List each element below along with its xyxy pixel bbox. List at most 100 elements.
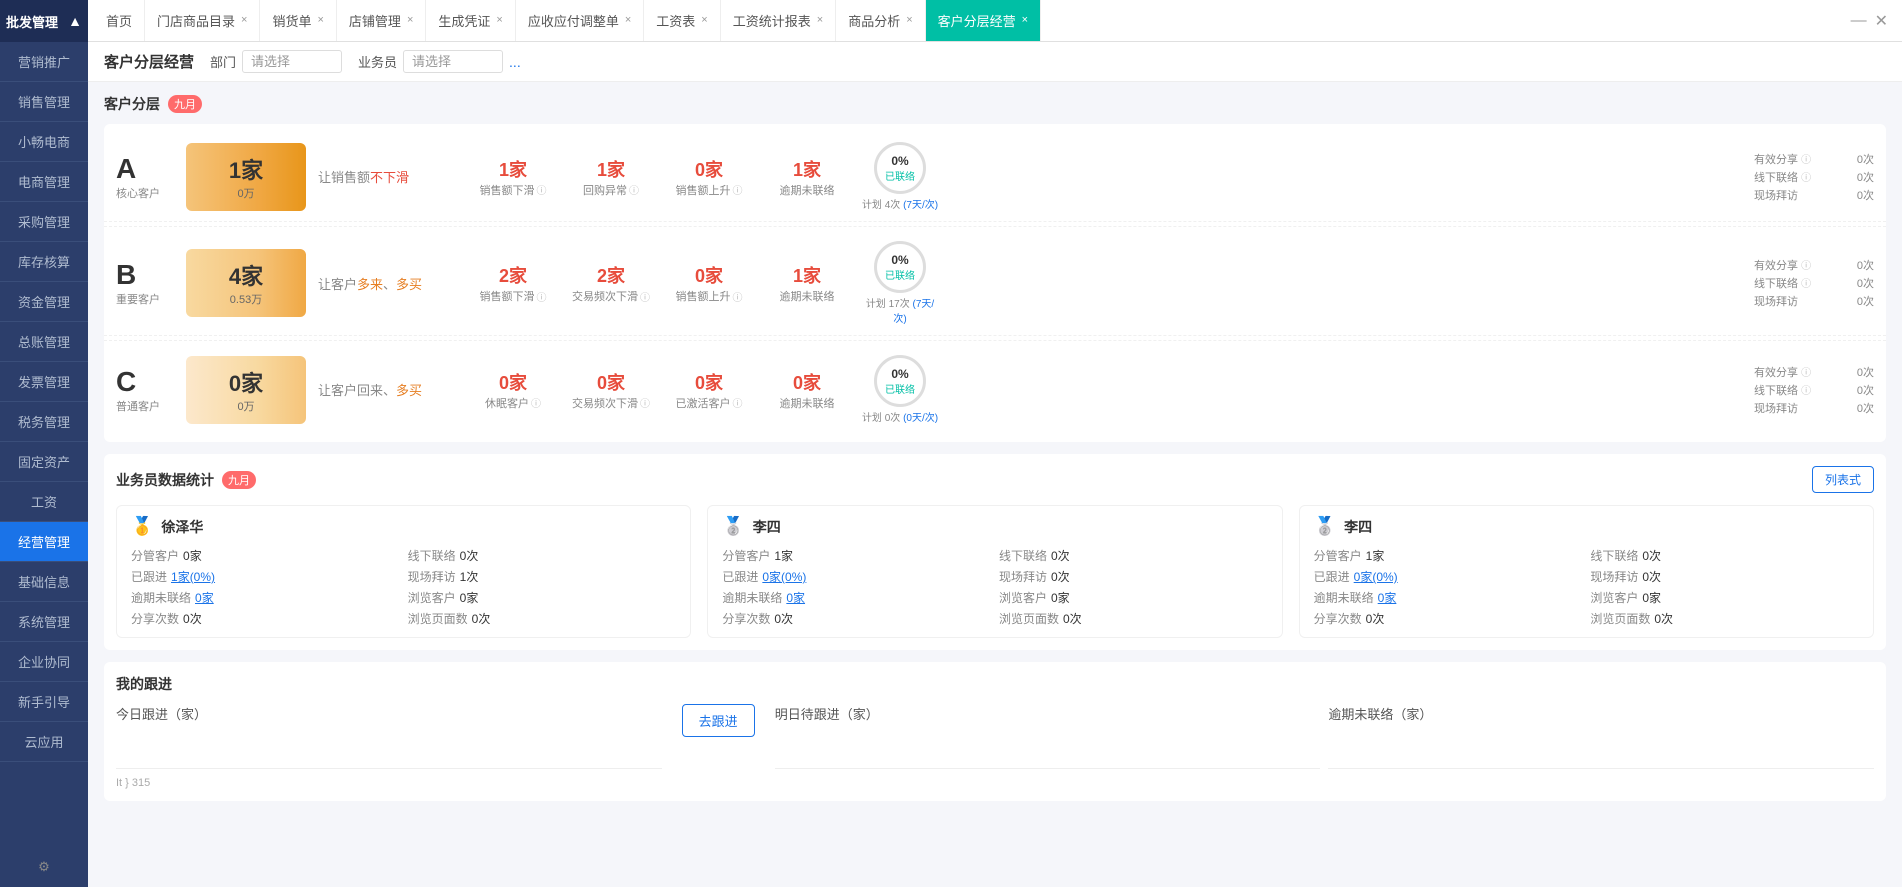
staff-stat-label: 分享次数 <box>1314 610 1362 627</box>
tab-close-icon[interactable]: × <box>317 15 323 26</box>
staff-stat-value[interactable]: 0家 <box>786 589 805 606</box>
dept-filter-group: 部门 请选择 <box>210 50 342 73</box>
staff-stat-label: 逾期未联络 <box>131 589 191 606</box>
tab-close-icon[interactable]: × <box>906 15 912 26</box>
staff-stats-grid: 分管客户1家线下联络0次已跟进0家(0%)现场拜访0次逾期未联络0家浏览客户0家… <box>1314 547 1859 627</box>
list-view-button[interactable]: 列表式 <box>1812 466 1874 493</box>
sidebar-item-采购管理[interactable]: 采购管理 <box>0 202 88 242</box>
tab-close-icon[interactable]: × <box>625 15 631 26</box>
staff-filter-group: 业务员 请选择 ... <box>358 50 521 73</box>
tab-客户分层经营[interactable]: 客户分层经营 × <box>926 0 1041 42</box>
sidebar-item-发票管理[interactable]: 发票管理 <box>0 362 88 402</box>
tier-stat-label: 销售额下滑 ⓘ <box>480 182 547 198</box>
staff-card-header: 🥇徐泽华 <box>131 516 676 537</box>
staff-medal-icon: 🥈 <box>722 516 744 537</box>
tier-stat: 0家 销售额上升 ⓘ <box>664 156 754 198</box>
main-area: 首页门店商品目录×销货单×店铺管理×生成凭证×应收应付调整单×工资表×工资统计报… <box>88 0 1902 887</box>
tab-close-icon[interactable]: × <box>817 15 823 26</box>
staff-stats-grid: 分管客户1家线下联络0次已跟进0家(0%)现场拜访0次逾期未联络0家浏览客户0家… <box>722 547 1267 627</box>
staff-stat-value[interactable]: 0家(0%) <box>1354 568 1398 585</box>
staff-stat-value: 0次 <box>1051 568 1070 585</box>
sidebar-header: 批发管理 ▲ <box>0 0 88 42</box>
staff-stat-value[interactable]: 0家 <box>1378 589 1397 606</box>
staff-stat-value[interactable]: 0家(0%) <box>762 568 806 585</box>
tier-stat-label: 逾期未联络 <box>780 288 835 304</box>
staff-stat-item: 已跟进1家(0%) <box>131 568 400 585</box>
sidebar-item-工资[interactable]: 工资 <box>0 482 88 522</box>
sidebar-item-税务管理[interactable]: 税务管理 <box>0 402 88 442</box>
sidebar-item-企业协同[interactable]: 企业协同 <box>0 642 88 682</box>
tier-plan: 计划 17次 (7天/次) <box>860 295 940 325</box>
staff-stat-value[interactable]: 0家 <box>195 589 214 606</box>
tab-label: 客户分层经营 <box>938 11 1016 30</box>
sidebar-item-库存核算[interactable]: 库存核算 <box>0 242 88 282</box>
tab-销货单[interactable]: 销货单× <box>260 0 336 42</box>
tab-工资统计报表[interactable]: 工资统计报表 × <box>721 0 836 42</box>
staff-stat-label: 浏览页面数 <box>408 610 468 627</box>
tier-stat: 0家 交易频次下滑 ⓘ <box>566 369 656 411</box>
tab-close-icon[interactable]: × <box>241 15 247 26</box>
sidebar-item-经营管理[interactable]: 经营管理 <box>0 522 88 562</box>
tier-stat: 1家 逾期未联络 <box>762 156 852 198</box>
goto-follow-button[interactable]: 去跟进 <box>682 704 755 737</box>
tab-close-icon[interactable]: × <box>1022 15 1028 26</box>
tier-count-num: 4家 <box>200 259 292 291</box>
sidebar-item-基础信息[interactable]: 基础信息 <box>0 562 88 602</box>
staff-stat-value: 0次 <box>1654 610 1673 627</box>
tab-门店商品目录[interactable]: 门店商品目录× <box>145 0 260 42</box>
tab-label: 工资统计报表 <box>733 11 811 30</box>
tab-close-icon[interactable]: × <box>407 15 413 26</box>
tab-首页[interactable]: 首页 <box>94 0 145 42</box>
staff-stat-label: 浏览页面数 <box>999 610 1059 627</box>
staff-stat-value[interactable]: 1家(0%) <box>171 568 215 585</box>
tomorrow-follow-label: 明日待跟进（家） <box>775 704 1321 723</box>
sidebar-item-营销推广[interactable]: 营销推广 <box>0 42 88 82</box>
sidebar-item-系统管理[interactable]: 系统管理 <box>0 602 88 642</box>
more-filters-icon[interactable]: ... <box>509 54 521 70</box>
staff-stat-label: 浏览客户 <box>999 589 1047 606</box>
tab-bar: 首页门店商品目录×销货单×店铺管理×生成凭证×应收应付调整单×工资表×工资统计报… <box>88 0 1902 42</box>
tier-stat: 1家 销售额下滑 ⓘ <box>468 156 558 198</box>
tier-circle-block: 0% 已联络 计划 0次 (0天/次) <box>860 355 940 424</box>
staff-stat-label: 逾期未联络 <box>1314 589 1374 606</box>
tier-circle-block: 0% 已联络 计划 4次 (7天/次) <box>860 142 940 211</box>
tab-商品分析[interactable]: 商品分析× <box>836 0 925 42</box>
tier-stat-num: 2家 <box>597 262 625 288</box>
staff-stat-label: 已跟进 <box>722 568 758 585</box>
sidebar-item-销售管理[interactable]: 销售管理 <box>0 82 88 122</box>
sidebar-collapse-icon[interactable]: ▲ <box>68 13 82 29</box>
sidebar-settings-icon[interactable]: ⚙ <box>0 847 88 887</box>
staff-stat-item: 分享次数0次 <box>1314 610 1583 627</box>
staff-stat-item: 分管客户1家 <box>1314 547 1583 564</box>
window-close-icon[interactable]: ✕ <box>1875 11 1888 31</box>
tier-circle: 0% 已联络 <box>874 355 926 407</box>
staff-stat-value: 0次 <box>472 610 491 627</box>
tab-close-icon[interactable]: × <box>496 15 502 26</box>
tab-生成凭证[interactable]: 生成凭证× <box>426 0 515 42</box>
tab-店铺管理[interactable]: 店铺管理× <box>337 0 426 42</box>
window-minimize-icon[interactable]: — <box>1851 12 1867 30</box>
sidebar-item-资金管理[interactable]: 资金管理 <box>0 282 88 322</box>
tab-应收应付调整单[interactable]: 应收应付调整单× <box>516 0 644 42</box>
sidebar-item-电商管理[interactable]: 电商管理 <box>0 162 88 202</box>
staff-stats-grid: 分管客户0家线下联络0次已跟进1家(0%)现场拜访1次逾期未联络0家浏览客户0家… <box>131 547 676 627</box>
sidebar-item-云应用[interactable]: 云应用 <box>0 722 88 762</box>
tab-工资表[interactable]: 工资表× <box>644 0 720 42</box>
staff-stat-item: 逾期未联络0家 <box>131 589 400 606</box>
tier-suggest: 让销售额不下滑 <box>318 167 448 186</box>
staff-medal-icon: 🥇 <box>131 516 153 537</box>
staff-stat-label: 已跟进 <box>131 568 167 585</box>
staff-month-badge: 九月 <box>222 471 256 489</box>
sidebar-item-小畅电商[interactable]: 小畅电商 <box>0 122 88 162</box>
tier-count-block: 1家 0万 <box>186 143 306 211</box>
tab-close-icon[interactable]: × <box>701 15 707 26</box>
dept-select[interactable]: 请选择 <box>242 50 342 73</box>
sidebar-item-固定资产[interactable]: 固定资产 <box>0 442 88 482</box>
tier-trapezoid: 0家 0万 <box>186 356 306 424</box>
staff-select[interactable]: 请选择 <box>403 50 503 73</box>
staff-card: 🥇徐泽华分管客户0家线下联络0次已跟进1家(0%)现场拜访1次逾期未联络0家浏览… <box>116 505 691 638</box>
sidebar-item-总账管理[interactable]: 总账管理 <box>0 322 88 362</box>
staff-stat-value: 1家 <box>774 547 793 564</box>
staff-label: 业务员 <box>358 52 397 71</box>
sidebar-item-新手引导[interactable]: 新手引导 <box>0 682 88 722</box>
